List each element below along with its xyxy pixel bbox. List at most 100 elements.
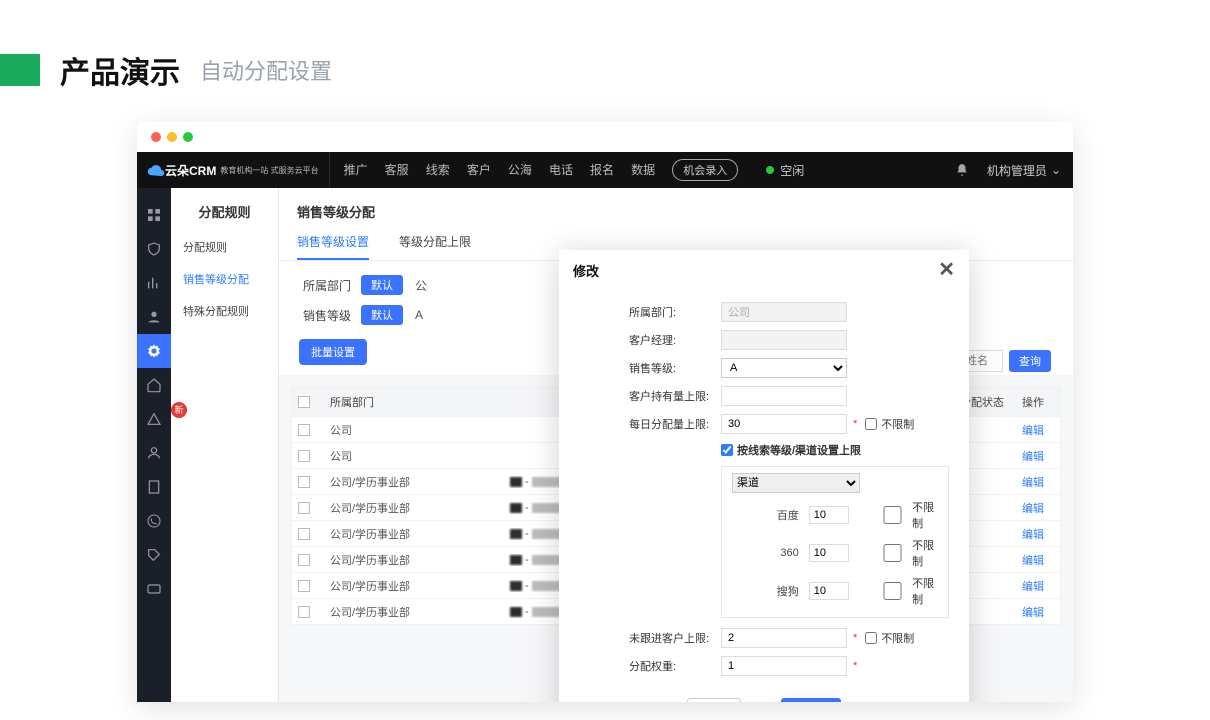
channel-name: 搜狗 [732, 583, 809, 599]
phone-icon[interactable] [146, 513, 162, 529]
window-minimize-icon[interactable] [167, 132, 177, 142]
cell-dept: 公司/学历事业部 [324, 526, 504, 542]
record-opportunity-button[interactable]: 机会录入 [672, 159, 738, 181]
dashboard-icon[interactable] [146, 207, 162, 223]
logo: 云朵CRM 教育机构一站 式服务云平台 [137, 152, 330, 188]
cancel-button[interactable]: 取消 [687, 698, 741, 702]
select-grade[interactable]: A [721, 358, 847, 378]
input-untracked[interactable] [721, 628, 847, 648]
window-close-icon[interactable] [151, 132, 161, 142]
triangle-icon[interactable] [146, 411, 162, 427]
required-untracked-icon: * [853, 632, 857, 644]
nav-phone[interactable]: 电话 [549, 163, 573, 177]
label-dailylimit: 每日分配量上限: [629, 416, 721, 432]
channel-name: 360 [732, 547, 809, 559]
channel-value-input[interactable] [809, 582, 849, 600]
sidepanel-item-special-rule[interactable]: 特殊分配规则 [171, 295, 278, 327]
nav-data[interactable]: 数据 [631, 163, 655, 177]
page-header: 产品演示 自动分配设置 [0, 0, 1210, 122]
input-dailylimit[interactable] [721, 414, 847, 434]
window-controls [137, 122, 1073, 152]
channel-value-input[interactable] [809, 544, 849, 562]
sidepanel-item-sales-grade[interactable]: 销售等级分配 [171, 263, 278, 295]
channel-unlimited-checkbox[interactable] [877, 506, 908, 524]
row-checkbox[interactable] [298, 450, 310, 462]
window-maximize-icon[interactable] [183, 132, 193, 142]
edit-link[interactable]: 编辑 [1022, 529, 1044, 541]
cell-dept: 公司/学历事业部 [324, 500, 504, 516]
row-checkbox[interactable] [298, 424, 310, 436]
edit-link[interactable]: 编辑 [1022, 477, 1044, 489]
shield-icon[interactable] [146, 241, 162, 257]
label-untracked-unlimited: 不限制 [881, 630, 914, 646]
checkbox-by-channel[interactable] [721, 444, 733, 456]
input-holdlimit[interactable] [721, 386, 847, 406]
input-weight[interactable] [721, 656, 847, 676]
nav-signup[interactable]: 报名 [590, 163, 614, 177]
filter-dept-value: 公 [415, 277, 427, 294]
edit-link[interactable]: 编辑 [1022, 451, 1044, 463]
filter-grade-default-chip[interactable]: 默认 [361, 305, 403, 325]
filter-grade-label: 销售等级 [303, 307, 361, 324]
row-checkbox[interactable] [298, 476, 310, 488]
accent-block [0, 54, 40, 86]
edit-link[interactable]: 编辑 [1022, 555, 1044, 567]
label-holdlimit: 客户持有量上限: [629, 388, 721, 404]
label-dept: 所属部门: [629, 304, 721, 320]
cell-dept: 公司 [324, 422, 504, 438]
chart-icon[interactable] [146, 275, 162, 291]
settings-icon[interactable] [146, 343, 162, 359]
close-icon[interactable]: ✕ [938, 260, 955, 280]
doc-icon[interactable] [146, 479, 162, 495]
logo-subtext: 教育机构一站 式服务云平台 [220, 166, 318, 175]
th-action: 操作 [1016, 394, 1060, 410]
checkbox-daily-unlimited[interactable] [865, 418, 877, 430]
side-panel: 分配规则 分配规则 销售等级分配 特殊分配规则 [171, 188, 279, 702]
row-checkbox[interactable] [298, 528, 310, 540]
channel-unlimited-checkbox[interactable] [877, 544, 908, 562]
chevron-down-icon[interactable]: ⌄ [1051, 163, 1061, 177]
page-subtitle: 自动分配设置 [200, 54, 332, 86]
row-checkbox[interactable] [298, 580, 310, 592]
select-channel[interactable]: 渠道 [732, 473, 860, 493]
row-checkbox[interactable] [298, 554, 310, 566]
channel-row: 搜狗 不限制 [732, 575, 938, 607]
tab-grade-limit[interactable]: 等级分配上限 [399, 233, 471, 260]
cell-dept: 公司/学历事业部 [324, 474, 504, 490]
nav-service[interactable]: 客服 [385, 163, 409, 177]
person-icon[interactable] [146, 445, 162, 461]
nav-pool[interactable]: 公海 [508, 163, 532, 177]
cell-dept: 公司/学历事业部 [324, 604, 504, 620]
label-grade: 销售等级: [629, 360, 721, 376]
edit-link[interactable]: 编辑 [1022, 503, 1044, 515]
card-icon[interactable] [146, 581, 162, 597]
channel-row: 百度 不限制 [732, 499, 938, 531]
edit-link[interactable]: 编辑 [1022, 581, 1044, 593]
checkbox-untracked-unlimited[interactable] [865, 632, 877, 644]
filter-dept-label: 所属部门 [303, 277, 361, 294]
sidepanel-item-assign-rule[interactable]: 分配规则 [171, 231, 278, 263]
channel-unlimited-checkbox[interactable] [877, 582, 908, 600]
batch-set-button[interactable]: 批量设置 [299, 339, 367, 365]
bell-icon[interactable] [955, 163, 969, 177]
users-icon[interactable] [146, 309, 162, 325]
home-icon[interactable] [146, 377, 162, 393]
edit-link[interactable]: 编辑 [1022, 607, 1044, 619]
channel-value-input[interactable] [809, 506, 849, 524]
cell-dept: 公司 [324, 448, 504, 464]
nav-customer[interactable]: 客户 [467, 163, 491, 177]
row-checkbox[interactable] [298, 606, 310, 618]
nav-promo[interactable]: 推广 [344, 163, 368, 177]
tag-icon[interactable] [146, 547, 162, 563]
tab-grade-setting[interactable]: 销售等级设置 [297, 233, 369, 260]
nav-leads[interactable]: 线索 [426, 163, 450, 177]
search-button[interactable]: 查询 [1009, 350, 1051, 372]
filter-dept-default-chip[interactable]: 默认 [361, 275, 403, 295]
user-role-label[interactable]: 机构管理员 [987, 162, 1047, 179]
channel-unlimited-label: 不限制 [912, 499, 938, 531]
checkbox-all[interactable] [298, 396, 310, 408]
save-button[interactable]: 保存 [781, 698, 841, 702]
browser-frame: 云朵CRM 教育机构一站 式服务云平台 推广 客服 线索 客户 公海 电话 报名… [137, 122, 1073, 702]
edit-link[interactable]: 编辑 [1022, 425, 1044, 437]
row-checkbox[interactable] [298, 502, 310, 514]
